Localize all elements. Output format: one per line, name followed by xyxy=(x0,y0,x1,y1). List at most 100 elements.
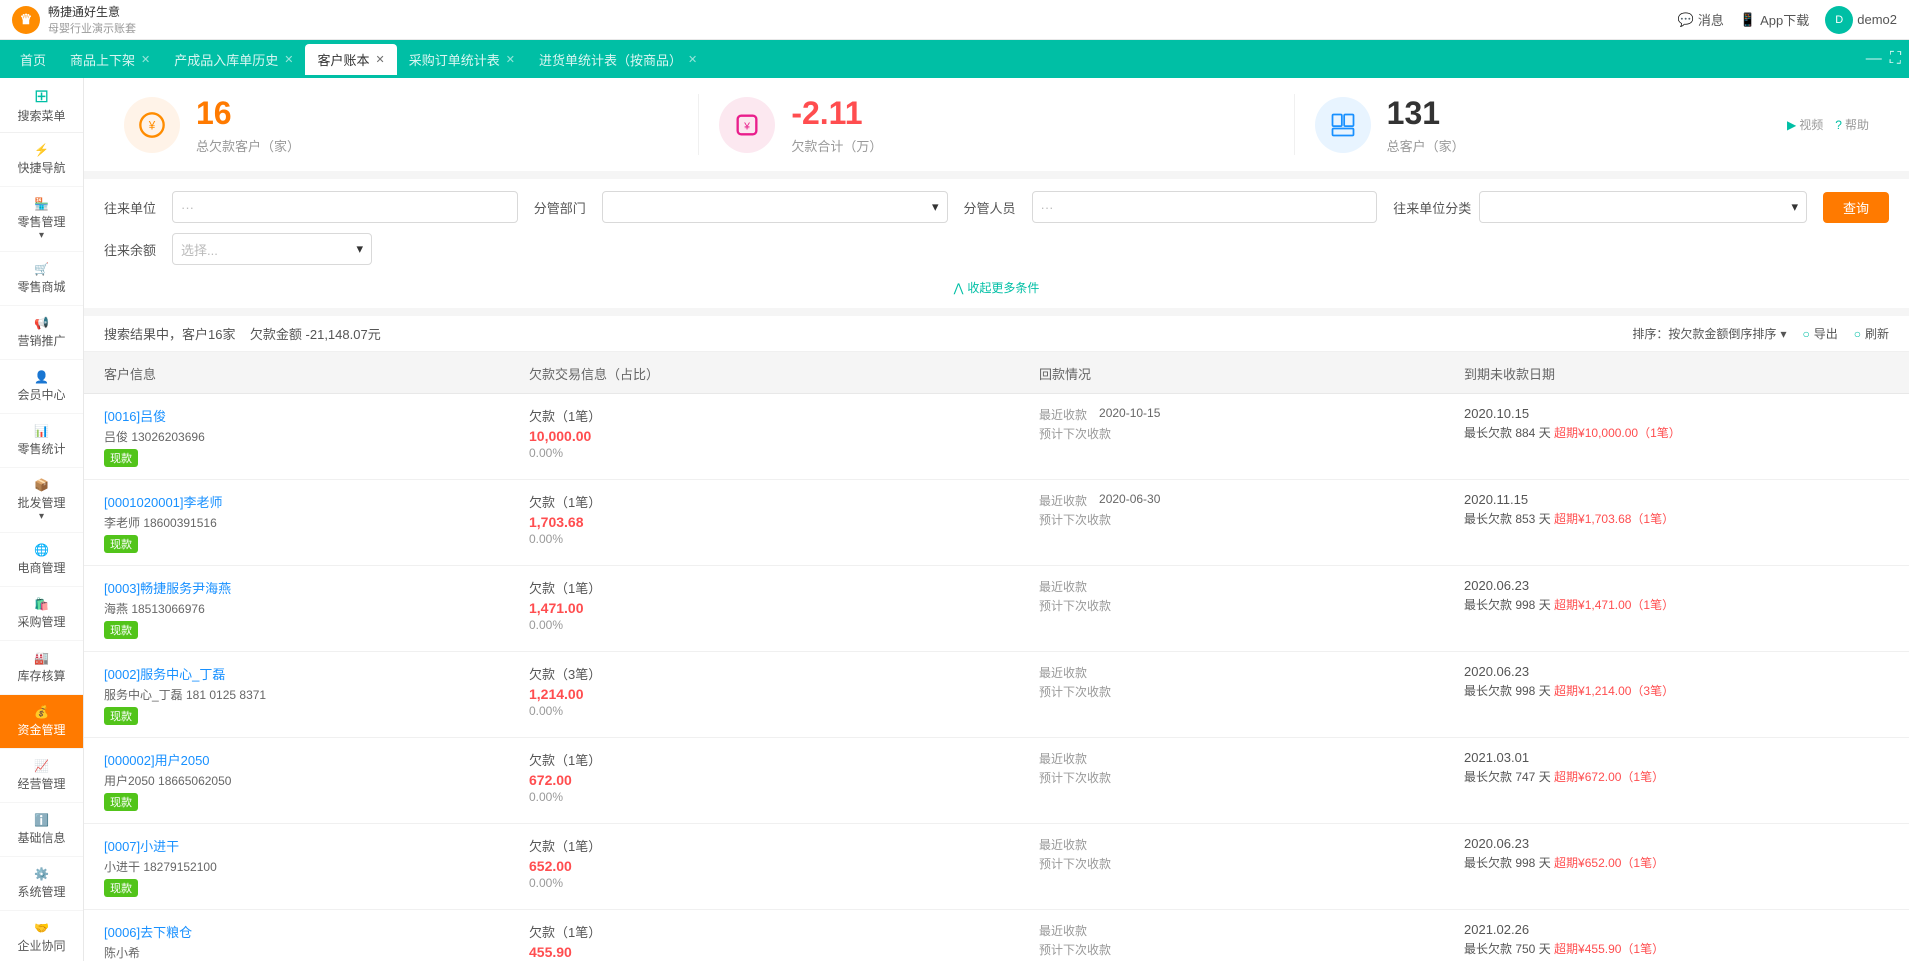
message-icon: 💬 xyxy=(1678,12,1694,28)
customer-name-7[interactable]: [0006]去下粮仓 xyxy=(104,922,529,941)
sidebar-item-retail-stat[interactable]: 📊 零售统计 xyxy=(0,414,83,468)
filter-manager: 分管人员 ··· xyxy=(964,191,1378,223)
overdue-info-1: 最长欠款 884 天 超期¥10,000.00（1笔） xyxy=(1464,424,1889,441)
customer-contact-1: 吕俊 13026203696 xyxy=(104,428,529,445)
dept-select[interactable]: ▾ xyxy=(602,191,948,223)
overdue-link-5[interactable]: 超期¥672.00（1笔） xyxy=(1554,770,1664,784)
recovery-next-4: 预计下次收款 xyxy=(1039,683,1464,700)
sidebar-item-marketing[interactable]: 📢 营销推广 xyxy=(0,306,83,360)
sidebar-item-quick-nav[interactable]: ⚡ 快捷导航 xyxy=(0,133,83,187)
tab-product-on-off[interactable]: 商品上下架 ✕ xyxy=(58,44,162,75)
customer-name-4[interactable]: [0002]服务中心_丁磊 xyxy=(104,664,529,683)
sidebar-item-wholesale-mgmt[interactable]: 📦 批发管理 ▾ xyxy=(0,468,83,533)
sidebar-item-system[interactable]: ⚙️ 系统管理 xyxy=(0,857,83,911)
tab-purchase-order-label: 采购订单统计表 xyxy=(409,50,500,69)
summary-card-total-debt: ¥ -2.11 欠款合计（万） xyxy=(699,94,1294,155)
recent-label-2: 最近收款 xyxy=(1039,492,1087,509)
tab-close-purchase-order[interactable]: ✕ xyxy=(506,53,515,66)
customer-name-2[interactable]: [0001020001]李老师 xyxy=(104,492,529,511)
customer-tag-1: 现款 xyxy=(104,449,138,467)
next-label-3: 预计下次收款 xyxy=(1039,597,1111,614)
unit-category-select[interactable]: ▾ xyxy=(1479,191,1807,223)
sidebar-item-business[interactable]: 📈 经营管理 xyxy=(0,749,83,803)
help-icon: ? xyxy=(1835,118,1842,132)
result-amount: 欠款金额 -21,148.07元 xyxy=(250,327,381,342)
overdue-link-4[interactable]: 超期¥1,214.00（3笔） xyxy=(1554,684,1674,698)
summary-cards: ¥ 16 总欠款客户（家） ¥ -2.11 欠款合计（万） xyxy=(84,78,1909,171)
customer-name-5[interactable]: [000002]用户2050 xyxy=(104,750,529,769)
sort-select[interactable]: 排序：按欠款金额倒序排序 ▾ xyxy=(1632,325,1786,342)
video-button[interactable]: ▶ 视频 xyxy=(1787,116,1823,133)
top-bar: ♛ 畅捷通好生意 母婴行业演示账套 💬 消息 📱 App下载 D demo2 xyxy=(0,0,1909,40)
tab-close-purchase-stat[interactable]: ✕ xyxy=(688,53,697,66)
tab-maximize-button[interactable]: ⛶ xyxy=(1890,50,1901,68)
card-debtors-info: 16 总欠款客户（家） xyxy=(196,94,300,155)
tab-close-product-on-off[interactable]: ✕ xyxy=(141,53,150,66)
refresh-button[interactable]: ○ 刷新 xyxy=(1854,325,1889,342)
overdue-link-3[interactable]: 超期¥1,471.00（1笔） xyxy=(1554,598,1674,612)
tab-product-on-off-label: 商品上下架 xyxy=(70,50,135,69)
recent-date-1: 2020-10-15 xyxy=(1099,406,1160,423)
tab-home[interactable]: 首页 xyxy=(8,44,58,75)
source-unit-input[interactable]: ··· xyxy=(172,191,518,223)
recovery-row-3: 最近收款 xyxy=(1039,578,1464,595)
sidebar-item-purchase[interactable]: 🛍️ 采购管理 xyxy=(0,587,83,641)
overdue-link-7[interactable]: 超期¥455.90（1笔） xyxy=(1554,942,1664,956)
date-main-7: 2021.02.26 xyxy=(1464,922,1889,937)
customer-tag-5: 现款 xyxy=(104,793,138,811)
customer-info-3: [0003]畅捷服务尹海燕 海燕 18513066976 现款 xyxy=(104,578,529,639)
recovery-row-5: 最近收款 xyxy=(1039,750,1464,767)
sidebar-item-capital[interactable]: 💰 资金管理 xyxy=(0,695,83,749)
tab-product-history[interactable]: 产成品入库单历史 ✕ xyxy=(162,44,305,75)
sidebar-item-inventory[interactable]: 🏭 库存核算 xyxy=(0,641,83,695)
debt-info-5: 欠款（1笔） 672.00 0.00% xyxy=(529,750,1039,804)
tab-close-product-history[interactable]: ✕ xyxy=(284,53,293,66)
sidebar-item-retail-mgmt[interactable]: 🏪 零售管理 ▾ xyxy=(0,187,83,252)
balance-select[interactable]: 选择... ▾ xyxy=(172,233,372,265)
tab-purchase-order[interactable]: 采购订单统计表 ✕ xyxy=(397,44,527,75)
main-layout: ⊞ 搜索菜单 ⚡ 快捷导航 🏪 零售管理 ▾ 🛒 零售商城 📢 营销推广 👤 会… xyxy=(0,78,1909,961)
help-button[interactable]: ? 帮助 xyxy=(1835,116,1869,133)
manager-input[interactable]: ··· xyxy=(1032,191,1378,223)
sidebar-item-retail-mall[interactable]: 🛒 零售商城 xyxy=(0,252,83,306)
tab-minimize-button[interactable]: — xyxy=(1866,50,1882,68)
debt-info-4: 欠款（3笔） 1,214.00 0.00% xyxy=(529,664,1039,718)
sidebar-item-member-center[interactable]: 👤 会员中心 xyxy=(0,360,83,414)
tab-purchase-stat[interactable]: 进货单统计表（按商品） ✕ xyxy=(527,44,709,75)
sidebar-item-ecommerce[interactable]: 🌐 电商管理 xyxy=(0,533,83,587)
collapse-label: 收起更多条件 xyxy=(967,279,1039,296)
customer-name-3[interactable]: [0003]畅捷服务尹海燕 xyxy=(104,578,529,597)
customer-name-6[interactable]: [0007]小进干 xyxy=(104,836,529,855)
recovery-info-4: 最近收款 预计下次收款 xyxy=(1039,664,1464,702)
collapse-button[interactable]: ⋀ 收起更多条件 xyxy=(104,275,1889,300)
overdue-link-6[interactable]: 超期¥652.00（1笔） xyxy=(1554,856,1664,870)
filter-balance: 往来余额 选择... ▾ xyxy=(104,233,1889,265)
balance-arrow: ▾ xyxy=(356,241,363,257)
date-main-3: 2020.06.23 xyxy=(1464,578,1889,593)
sidebar-search[interactable]: ⊞ 搜索菜单 xyxy=(0,78,83,133)
card-debtors-label: 总欠款客户（家） xyxy=(196,136,300,155)
sidebar-item-basic-info[interactable]: ℹ️ 基础信息 xyxy=(0,803,83,857)
user-profile[interactable]: D demo2 xyxy=(1825,6,1897,34)
customer-name-1[interactable]: [0016]吕俊 xyxy=(104,406,529,425)
system-icon: ⚙️ xyxy=(4,867,79,881)
customer-contact-4: 服务中心_丁磊 181 0125 8371 xyxy=(104,686,529,703)
recovery-row-7: 最近收款 xyxy=(1039,922,1464,939)
overdue-link-1[interactable]: 超期¥10,000.00（1笔） xyxy=(1554,426,1681,440)
search-menu-label: 搜索菜单 xyxy=(4,107,79,124)
overdue-days-7: 最长欠款 750 天 xyxy=(1464,942,1551,956)
header-date: 到期未收款日期 xyxy=(1464,364,1889,383)
app-download-label: App下载 xyxy=(1760,10,1809,29)
message-button[interactable]: 💬 消息 xyxy=(1678,10,1724,29)
tab-close-customer-account[interactable]: ✕ xyxy=(376,53,385,66)
export-button[interactable]: ○ 导出 xyxy=(1802,325,1837,342)
app-download-button[interactable]: 📱 App下载 xyxy=(1740,10,1809,29)
sidebar-item-enterprise-collab[interactable]: 🤝 企业协同 xyxy=(0,911,83,961)
recovery-next-2: 预计下次收款 xyxy=(1039,511,1464,528)
overdue-link-2[interactable]: 超期¥1,703.68（1笔） xyxy=(1554,512,1674,526)
tab-bar: 首页 商品上下架 ✕ 产成品入库单历史 ✕ 客户账本 ✕ 采购订单统计表 ✕ 进… xyxy=(0,40,1909,78)
query-button[interactable]: 查询 xyxy=(1823,192,1889,223)
quick-nav-icon: ⚡ xyxy=(4,143,79,157)
recovery-info-6: 最近收款 预计下次收款 xyxy=(1039,836,1464,874)
tab-customer-account[interactable]: 客户账本 ✕ xyxy=(305,44,396,75)
